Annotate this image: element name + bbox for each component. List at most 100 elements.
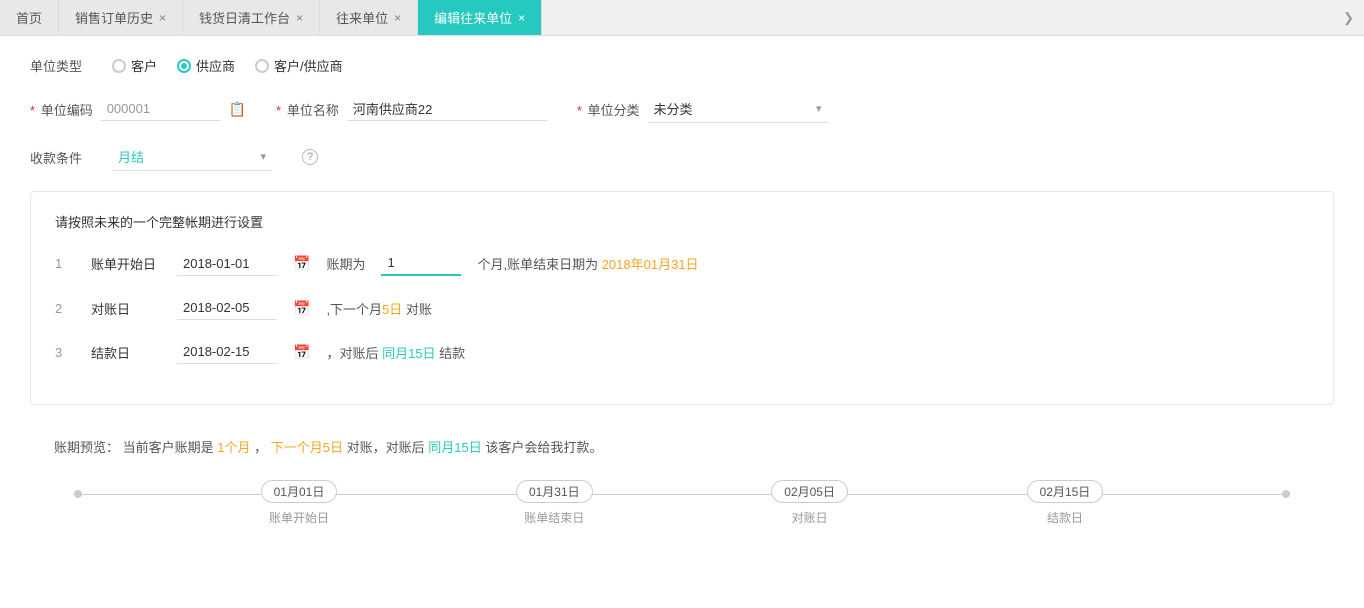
- preview-highlight1: 1个月: [217, 440, 250, 455]
- chevron-right-icon: ❯: [1343, 10, 1354, 26]
- setting-row-2: 2 对账日 📅 ,下一个月5日 对账: [55, 296, 1309, 320]
- payment-date-cal-icon[interactable]: 📅: [293, 344, 310, 361]
- tab-sales-history-close[interactable]: ×: [159, 11, 166, 25]
- dot-start: [74, 490, 82, 498]
- unit-code-icon[interactable]: 📋: [229, 101, 246, 118]
- unit-info-row: * 单位编码 📋 * 单位名称 * 单位分类 未分类 ▾: [30, 95, 1334, 123]
- period-input[interactable]: [381, 251, 461, 276]
- start-date-cal-icon[interactable]: 📅: [293, 255, 310, 272]
- timeline-container: 01月01日 账单开始日 01月31日 账单结束日 02月05日 对账日 02月…: [54, 480, 1310, 526]
- recon-date-input[interactable]: [177, 296, 277, 320]
- row-num-2: 2: [55, 301, 75, 316]
- radio-supplier-label: 供应商: [196, 56, 235, 75]
- recon-date-cal-icon[interactable]: 📅: [293, 300, 310, 317]
- preview-text-mid1: ，: [254, 440, 267, 455]
- required-star-category: *: [577, 103, 582, 118]
- row-num-3: 3: [55, 345, 75, 360]
- tab-cash-work-label: 钱货日清工作台: [199, 8, 290, 27]
- preview-highlight2: 下一个月5日: [271, 440, 343, 455]
- radio-both[interactable]: 客户/供应商: [255, 56, 343, 75]
- unit-name-label: * 单位名称: [276, 100, 339, 119]
- setting-row-1: 1 账单开始日 📅 账期为 个月,账单结束日期为 2018年01月31日: [55, 251, 1309, 276]
- unit-type-row: 单位类型 客户 供应商 客户/供应商: [30, 56, 1334, 75]
- payment-terms-value: 月结: [118, 147, 256, 166]
- unit-code-input[interactable]: [101, 97, 221, 121]
- unit-code-label: * 单位编码: [30, 100, 93, 119]
- row-2-desc: ,下一个月5日 对账: [326, 299, 431, 318]
- row-1-desc-suffix: 个月,账单结束日期为 2018年01月31日: [477, 254, 698, 273]
- timeline-start-dot: [74, 480, 82, 498]
- timeline-node-4: 02月15日 结款日: [1027, 480, 1104, 526]
- radio-supplier-circle: [177, 59, 191, 73]
- timeline-label-1: 账单开始日: [269, 509, 329, 526]
- unit-category-value: 未分类: [654, 99, 812, 118]
- preview-label: 账期预览：: [54, 440, 119, 455]
- help-icon[interactable]: ?: [302, 149, 318, 165]
- radio-customer-label: 客户: [131, 56, 157, 75]
- payment-terms-dropdown[interactable]: 月结 ▾: [112, 143, 272, 171]
- setting-row-3: 3 结款日 📅 ，对账后 同月15日 结款: [55, 340, 1309, 364]
- timeline-pill-1: 01月01日: [261, 480, 338, 503]
- unit-type-radio-group: 客户 供应商 客户/供应商: [112, 56, 343, 75]
- timeline-nodes: 01月01日 账单开始日 01月31日 账单结束日 02月05日 对账日 02月…: [74, 480, 1290, 526]
- payment-day-highlight: 同月15日: [382, 346, 435, 361]
- payment-terms-row: 收款条件 月结 ▾ ?: [30, 143, 1334, 171]
- preview-text-after: 该客户会给我打款。: [485, 440, 602, 455]
- tab-expand-button[interactable]: ❯: [1333, 0, 1364, 35]
- unit-category-label: * 单位分类: [577, 100, 640, 119]
- preview-text-mid2: 对账，对账后: [347, 440, 425, 455]
- category-dropdown-arrow: ▾: [816, 102, 822, 115]
- payment-terms-dropdown-arrow: ▾: [260, 150, 266, 163]
- tab-cash-work[interactable]: 钱货日清工作台 ×: [183, 0, 320, 35]
- tab-edit-partner-close[interactable]: ×: [518, 11, 525, 25]
- row-num-1: 1: [55, 256, 75, 271]
- tab-bar: 首页 销售订单历史 × 钱货日清工作台 × 往来单位 × 编辑往来单位 × ❯: [0, 0, 1364, 36]
- tab-partner-label: 往来单位: [336, 8, 388, 27]
- tab-home-label: 首页: [16, 8, 42, 27]
- tab-partner-close[interactable]: ×: [394, 11, 401, 25]
- preview-text-before: 当前客户账期是: [123, 440, 214, 455]
- end-date-highlight: 2018年01月31日: [602, 257, 699, 272]
- radio-supplier[interactable]: 供应商: [177, 56, 235, 75]
- tab-home[interactable]: 首页: [0, 0, 59, 35]
- tab-sales-history[interactable]: 销售订单历史 ×: [59, 0, 183, 35]
- radio-both-circle: [255, 59, 269, 73]
- timeline-end-dot: [1282, 480, 1290, 498]
- tab-edit-partner-label: 编辑往来单位: [434, 8, 512, 27]
- timeline-pill-3: 02月05日: [771, 480, 848, 503]
- tab-edit-partner[interactable]: 编辑往来单位 ×: [418, 0, 542, 35]
- main-content: 单位类型 客户 供应商 客户/供应商 * 单位编码 📋: [0, 36, 1364, 608]
- required-star-code: *: [30, 103, 35, 118]
- timeline-pill-4: 02月15日: [1027, 480, 1104, 503]
- settings-section: 请按照未来的一个完整帐期进行设置 1 账单开始日 📅 账期为 个月,账单结束日期…: [30, 191, 1334, 405]
- unit-code-group: * 单位编码 📋: [30, 97, 246, 121]
- timeline-pill-2: 01月31日: [516, 480, 593, 503]
- tab-sales-history-label: 销售订单历史: [75, 8, 153, 27]
- unit-type-label: 单位类型: [30, 56, 82, 75]
- payment-date-input[interactable]: [177, 340, 277, 364]
- start-date-input[interactable]: [177, 252, 277, 276]
- timeline-node-3: 02月05日 对账日: [771, 480, 848, 526]
- timeline-node-1: 01月01日 账单开始日: [261, 480, 338, 526]
- radio-customer[interactable]: 客户: [112, 56, 157, 75]
- unit-name-group: * 单位名称: [276, 97, 547, 121]
- unit-name-input[interactable]: [347, 97, 547, 121]
- section-instruction: 请按照未来的一个完整帐期进行设置: [55, 212, 1309, 231]
- tab-partner[interactable]: 往来单位 ×: [320, 0, 418, 35]
- timeline-label-3: 对账日: [792, 509, 828, 526]
- timeline-node-2: 01月31日 账单结束日: [516, 480, 593, 526]
- recon-day-highlight: 5日: [382, 302, 402, 317]
- required-star-name: *: [276, 103, 281, 118]
- row-1-desc-prefix: 账期为: [326, 254, 365, 273]
- timeline-label-4: 结款日: [1047, 509, 1083, 526]
- preview-text: 账期预览： 当前客户账期是 1个月 ， 下一个月5日 对账，对账后 同月15日 …: [54, 437, 1310, 456]
- preview-highlight3: 同月15日: [428, 440, 481, 455]
- dot-end: [1282, 490, 1290, 498]
- tab-cash-work-close[interactable]: ×: [296, 11, 303, 25]
- radio-both-label: 客户/供应商: [274, 56, 343, 75]
- unit-category-group: * 单位分类 未分类 ▾: [577, 95, 828, 123]
- row-label-1: 账单开始日: [91, 254, 161, 273]
- preview-section: 账期预览： 当前客户账期是 1个月 ， 下一个月5日 对账，对账后 同月15日 …: [30, 421, 1334, 526]
- unit-category-dropdown[interactable]: 未分类 ▾: [648, 95, 828, 123]
- row-label-2: 对账日: [91, 299, 161, 318]
